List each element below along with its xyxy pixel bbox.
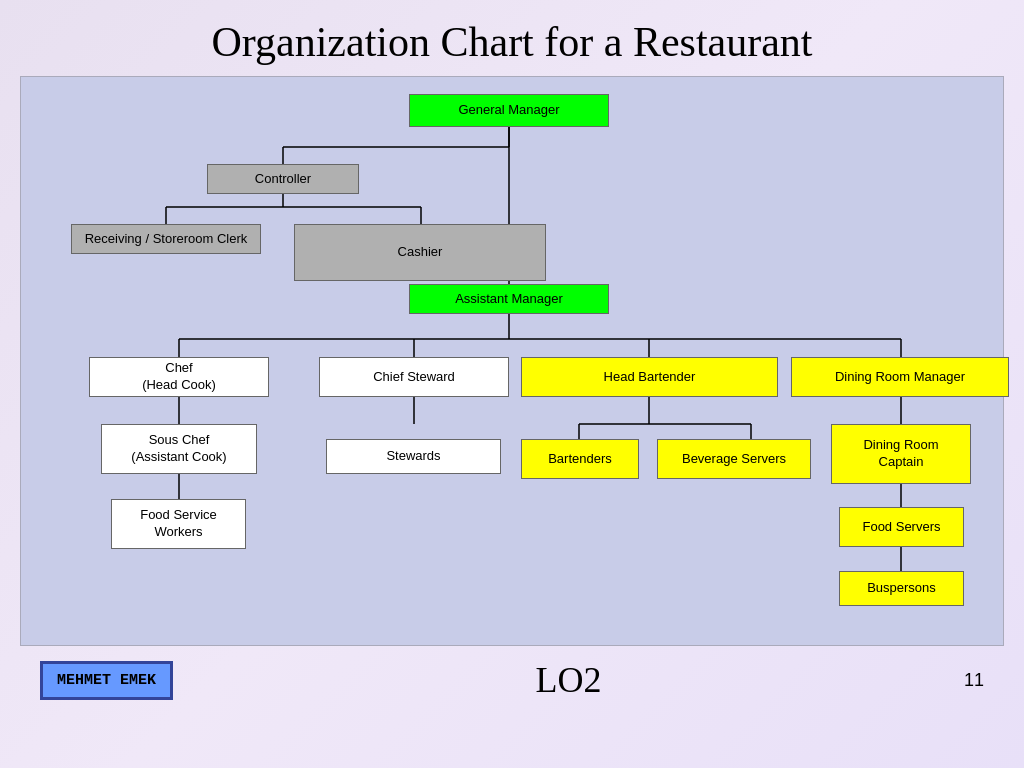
head-bartender-box: Head Bartender [521, 357, 778, 397]
food-service-workers-box: Food Service Workers [111, 499, 246, 549]
food-servers-box: Food Servers [839, 507, 964, 547]
dining-room-manager-box: Dining Room Manager [791, 357, 1009, 397]
cashier-box: Cashier [294, 224, 546, 281]
general-manager-box: General Manager [409, 94, 609, 127]
stewards-box: Stewards [326, 439, 501, 474]
author-box: MEHMET EMEK [40, 661, 173, 700]
lo2-label: LO2 [536, 659, 602, 701]
bartenders-box: Bartenders [521, 439, 639, 479]
chef-box: Chef (Head Cook) [89, 357, 269, 397]
dining-room-captain-box: Dining Room Captain [831, 424, 971, 484]
receiving-clerk-box: Receiving / Storeroom Clerk [71, 224, 261, 254]
beverage-servers-box: Beverage Servers [657, 439, 811, 479]
sous-chef-box: Sous Chef (Assistant Cook) [101, 424, 257, 474]
chart-container: General Manager Controller Receiving / S… [20, 76, 1004, 646]
page-number: 11 [964, 670, 984, 691]
controller-box: Controller [207, 164, 359, 194]
page-title: Organization Chart for a Restaurant [0, 0, 1024, 76]
chief-steward-box: Chief Steward [319, 357, 509, 397]
assistant-manager-box: Assistant Manager [409, 284, 609, 314]
buspersons-box: Buspersons [839, 571, 964, 606]
